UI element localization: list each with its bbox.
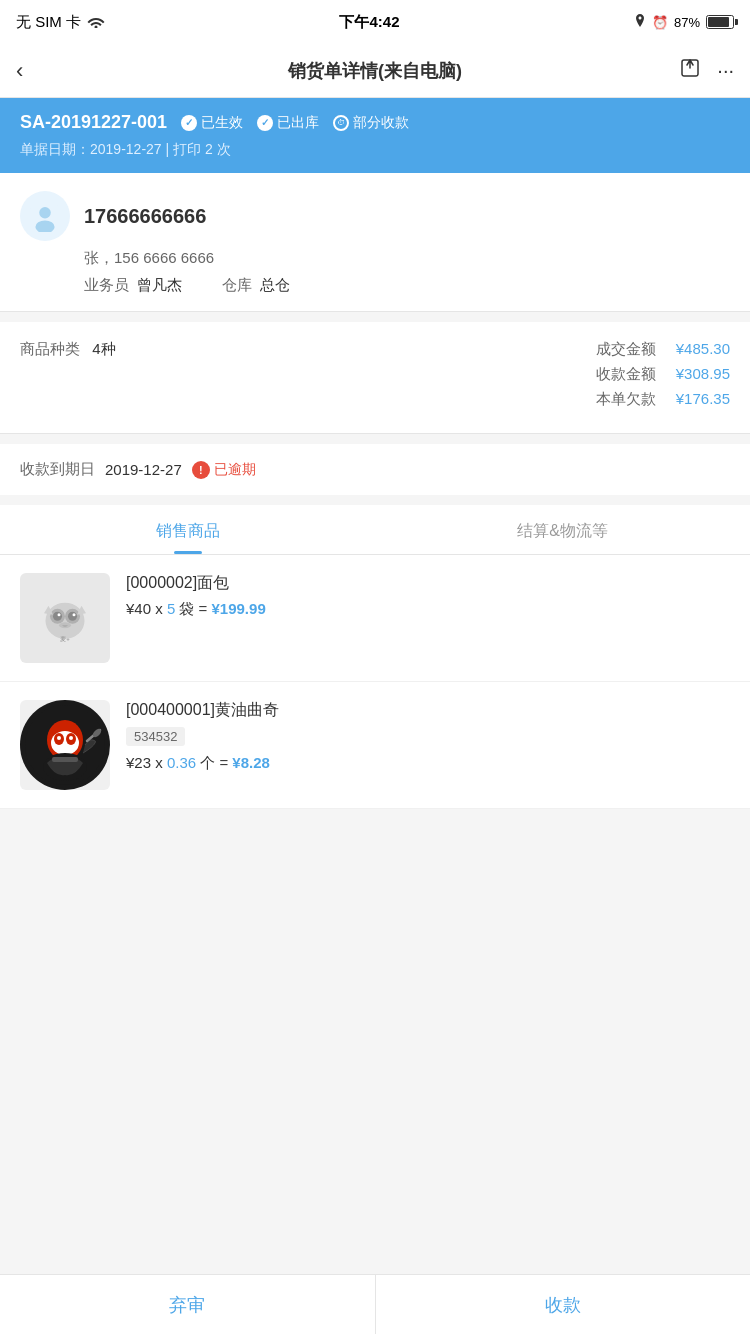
product-info-cookie: [000400001]黄油曲奇 534532 ¥23 x 0.36 个 = ¥8… xyxy=(126,700,730,773)
svg-point-9 xyxy=(58,613,61,616)
status-time: 下午4:42 xyxy=(339,13,399,32)
svg-point-7 xyxy=(53,611,62,620)
svg-point-4 xyxy=(46,602,85,638)
back-button[interactable]: ‹ xyxy=(8,50,31,92)
summary-section: 商品种类 4种 成交金额 ¥485.30 收款金额 ¥308.95 本单欠款 ¥… xyxy=(0,322,750,433)
product-name-bread: [0000002]面包 xyxy=(126,573,730,594)
nav-actions: ··· xyxy=(679,57,734,84)
salesperson-value: 曾凡杰 xyxy=(137,276,182,295)
product-sku-cookie: 534532 xyxy=(126,727,185,746)
order-header-row: SA-20191227-001 ✓ 已生效 ✓ 已出库 ⏱ 部分收款 xyxy=(20,112,730,133)
more-icon[interactable]: ··· xyxy=(717,59,734,82)
received-amount-row: 收款金额 ¥308.95 xyxy=(596,365,730,384)
customer-name-phone: 张，156 6666 6666 xyxy=(84,249,730,268)
customer-meta: 业务员 曾凡杰 仓库 总仓 xyxy=(84,276,730,295)
product-name-cookie: [000400001]黄油曲奇 xyxy=(126,700,730,721)
tabs-row: 销售商品 结算&物流等 xyxy=(0,505,750,554)
svg-point-21 xyxy=(69,736,73,740)
collect-payment-button[interactable]: 收款 xyxy=(376,1275,751,1334)
tab-sales-products[interactable]: 销售商品 xyxy=(0,505,375,554)
salesperson-item: 业务员 曾凡杰 xyxy=(84,276,182,295)
location-icon xyxy=(634,14,646,31)
tab-settlement-logistics[interactable]: 结算&物流等 xyxy=(375,505,750,554)
status-partial-payment: ⏱ 部分收款 xyxy=(333,114,409,132)
wifi-icon xyxy=(87,14,105,31)
transaction-amount-row: 成交金额 ¥485.30 xyxy=(596,340,730,359)
warehouse-value: 总仓 xyxy=(260,276,290,295)
customer-row: 17666666666 xyxy=(20,191,730,241)
warehouse-item: 仓库 总仓 xyxy=(222,276,290,295)
due-section: 收款到期日 2019-12-27 ! 已逾期 xyxy=(0,444,750,495)
svg-rect-23 xyxy=(52,757,78,762)
header-banner: SA-20191227-001 ✓ 已生效 ✓ 已出库 ⏱ 部分收款 单据日期：… xyxy=(0,98,750,173)
owed-amount-row: 本单欠款 ¥176.35 xyxy=(596,390,730,409)
salesperson-label: 业务员 xyxy=(84,276,129,295)
svg-text:麦+: 麦+ xyxy=(60,636,70,642)
status-bar: 无 SIM 卡 下午4:42 ⏰ 87% xyxy=(0,0,750,44)
battery-text: 87% xyxy=(674,15,700,30)
nav-bar: ‹ 销货单详情(来自电脑) ··· xyxy=(0,44,750,98)
page-title: 销货单详情(来自电脑) xyxy=(288,59,462,83)
svg-point-10 xyxy=(73,613,76,616)
order-id: SA-20191227-001 xyxy=(20,112,167,133)
overdue-badge: ! 已逾期 xyxy=(192,461,256,479)
thumb-placeholder: 麦+ xyxy=(20,573,110,663)
product-thumb-bread: 麦+ xyxy=(20,573,110,663)
product-item-bread: 麦+ [0000002]面包 ¥40 x 5 袋 = ¥199.99 xyxy=(0,555,750,682)
svg-point-17 xyxy=(51,731,79,755)
overdue-icon: ! xyxy=(192,461,210,479)
bottom-spacer xyxy=(0,809,750,879)
status-left: 无 SIM 卡 xyxy=(16,13,105,32)
svg-point-2 xyxy=(39,207,51,219)
svg-point-20 xyxy=(57,736,61,740)
products-section: 麦+ [0000002]面包 ¥40 x 5 袋 = ¥199.99 xyxy=(0,555,750,809)
divider-2 xyxy=(0,433,750,434)
clock-icon: ⏱ xyxy=(333,115,349,131)
abandon-review-button[interactable]: 弃审 xyxy=(0,1275,376,1334)
status-shipped: ✓ 已出库 xyxy=(257,114,319,132)
alarm-icon: ⏰ xyxy=(652,15,668,30)
customer-avatar xyxy=(20,191,70,241)
share-icon[interactable] xyxy=(679,57,701,84)
bottom-bar: 弃审 收款 xyxy=(0,1274,750,1334)
product-thumb-cookie xyxy=(20,700,110,790)
divider-1 xyxy=(0,311,750,312)
summary-right: 成交金额 ¥485.30 收款金额 ¥308.95 本单欠款 ¥176.35 xyxy=(596,340,730,415)
check-icon-activated: ✓ xyxy=(181,115,197,131)
summary-left: 商品种类 4种 xyxy=(20,340,116,415)
status-activated: ✓ 已生效 xyxy=(181,114,243,132)
svg-point-8 xyxy=(68,611,77,620)
product-type-row: 商品种类 4种 xyxy=(20,340,116,359)
product-item-cookie: [000400001]黄油曲奇 534532 ¥23 x 0.36 个 = ¥8… xyxy=(0,682,750,809)
product-price-cookie: ¥23 x 0.36 个 = ¥8.28 xyxy=(126,754,730,773)
battery-icon xyxy=(706,15,734,29)
warehouse-label: 仓库 xyxy=(222,276,252,295)
check-icon-shipped: ✓ xyxy=(257,115,273,131)
tabs-section: 销售商品 结算&物流等 xyxy=(0,505,750,555)
status-right: ⏰ 87% xyxy=(634,14,734,31)
customer-phone: 17666666666 xyxy=(84,205,206,228)
carrier-text: 无 SIM 卡 xyxy=(16,13,81,32)
product-info-bread: [0000002]面包 ¥40 x 5 袋 = ¥199.99 xyxy=(126,573,730,619)
product-price-bread: ¥40 x 5 袋 = ¥199.99 xyxy=(126,600,730,619)
cookie-logo xyxy=(20,700,110,790)
customer-section: 17666666666 张，156 6666 6666 业务员 曾凡杰 仓库 总… xyxy=(0,173,750,311)
header-date-row: 单据日期：2019-12-27 | 打印 2 次 xyxy=(20,141,730,159)
